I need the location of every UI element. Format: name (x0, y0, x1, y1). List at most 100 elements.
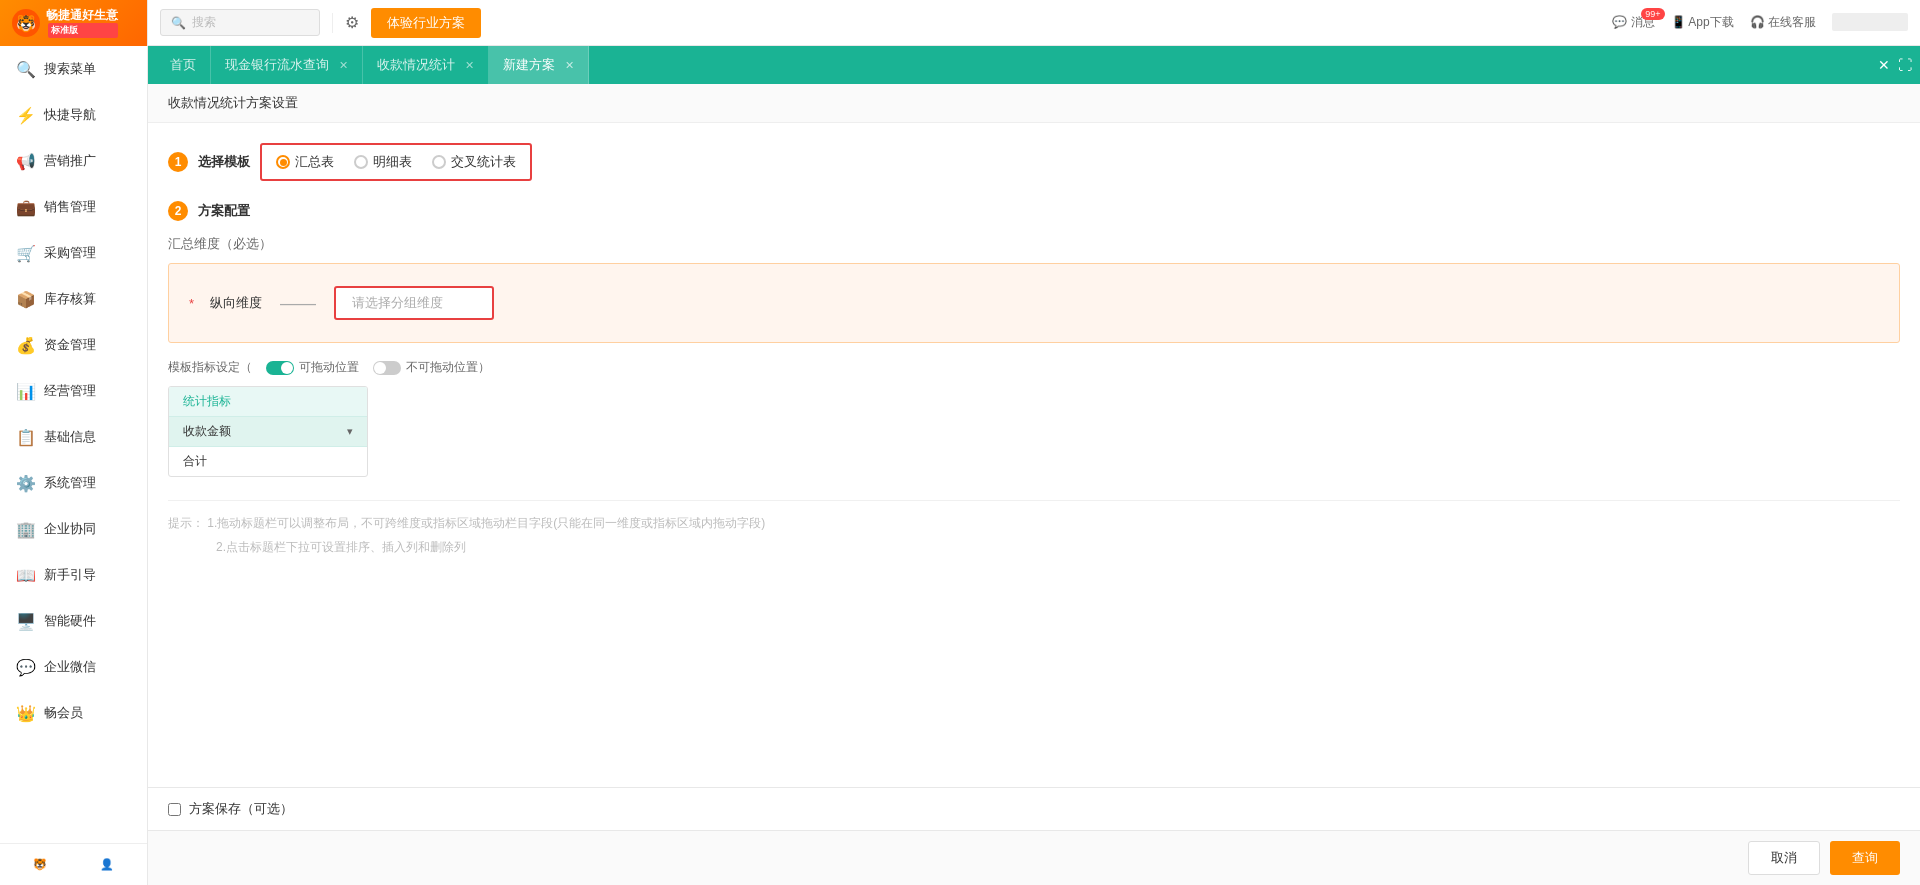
radio-summary[interactable]: 汇总表 (276, 153, 334, 171)
sidebar-item-label: 智能硬件 (44, 612, 96, 630)
sidebar-item-enterprise[interactable]: 🏢 企业协同 (0, 506, 147, 552)
radio-cross-circle (432, 155, 446, 169)
sidebar-item-label: 基础信息 (44, 428, 96, 446)
template-radio-group: 汇总表 明细表 交叉统计表 (260, 143, 532, 181)
tab-cash-bank-label: 现金银行流水查询 (225, 56, 329, 74)
sidebar-item-inventory[interactable]: 📦 库存核算 (0, 276, 147, 322)
movable-label: 可拖动位置 (299, 359, 359, 376)
metrics-sub-label: 合计 (183, 454, 207, 468)
sidebar-item-label: 快捷导航 (44, 106, 96, 124)
user-info[interactable] (1832, 14, 1908, 31)
dimension-config-label: 汇总维度（必选） (168, 235, 1900, 253)
hint-line-1: 提示： 1.拖动标题栏可以调整布局，不可跨维度或指标区域拖动栏目字段(只能在同一… (168, 511, 1900, 535)
guide-icon: 📖 (16, 566, 36, 585)
enterprise-icon: 🏢 (16, 520, 36, 539)
sidebar-item-basic-info[interactable]: 📋 基础信息 (0, 414, 147, 460)
sidebar-item-search[interactable]: 🔍 搜索菜单 (0, 46, 147, 92)
radio-cross[interactable]: 交叉统计表 (432, 153, 516, 171)
sidebar-item-sales[interactable]: 💼 销售管理 (0, 184, 147, 230)
tab-receipt-stats-close[interactable]: ✕ (465, 59, 474, 72)
dim-selector[interactable]: 请选择分组维度 (334, 286, 494, 320)
sidebar-item-label: 经营管理 (44, 382, 96, 400)
sidebar-item-management[interactable]: 📊 经营管理 (0, 368, 147, 414)
sales-icon: 💼 (16, 198, 36, 217)
message-badge: 99+ (1641, 8, 1664, 20)
cancel-button[interactable]: 取消 (1748, 841, 1820, 875)
topbar-search[interactable]: 🔍 搜索 (160, 9, 320, 36)
metrics-header: 模板指标设定（ 可拖动位置 不可拖动位置） (168, 359, 1900, 376)
settings-icon[interactable]: ⚙ (345, 13, 359, 32)
sidebar-item-hardware[interactable]: 🖥️ 智能硬件 (0, 598, 147, 644)
sidebar-item-label: 营销推广 (44, 152, 96, 170)
tab-new-plan[interactable]: 新建方案 ✕ (489, 46, 589, 84)
sidebar-item-marketing[interactable]: 📢 营销推广 (0, 138, 147, 184)
user-name (1832, 13, 1908, 31)
chevron-down-icon: ▾ (347, 425, 353, 438)
metrics-setting-label: 模板指标设定（ (168, 359, 252, 376)
sidebar-item-purchase[interactable]: 🛒 采购管理 (0, 230, 147, 276)
step1-section: 1 选择模板 汇总表 明细表 (168, 143, 1900, 181)
sidebar-item-quick[interactable]: ⚡ 快捷导航 (0, 92, 147, 138)
panel-title: 收款情况统计方案设置 (148, 84, 1920, 123)
tab-new-plan-label: 新建方案 (503, 56, 555, 74)
sidebar-item-label: 企业协同 (44, 520, 96, 538)
divider (332, 13, 333, 33)
quick-nav-icon: ⚡ (16, 106, 36, 125)
member-icon: 👑 (16, 704, 36, 723)
sidebar-footer-right[interactable]: 👤 (76, 852, 140, 877)
sidebar-item-wechat[interactable]: 💬 企业微信 (0, 644, 147, 690)
sidebar-item-label: 采购管理 (44, 244, 96, 262)
radio-detail-label: 明细表 (373, 153, 412, 171)
tab-receipt-stats[interactable]: 收款情况统计 ✕ (363, 46, 489, 84)
footer-save-area: 方案保存（可选） (148, 787, 1920, 830)
tab-new-plan-close[interactable]: ✕ (565, 59, 574, 72)
service-label: 在线客服 (1768, 15, 1816, 29)
management-icon: 📊 (16, 382, 36, 401)
step2-title: 方案配置 (198, 202, 250, 220)
sidebar-footer-left[interactable]: 🐯 (8, 852, 72, 877)
system-icon: ⚙️ (16, 474, 36, 493)
hardware-icon: 🖥️ (16, 612, 36, 631)
sidebar-item-label: 销售管理 (44, 198, 96, 216)
step2-header: 2 方案配置 (168, 201, 1900, 221)
industry-btn[interactable]: 体验行业方案 (371, 8, 481, 38)
finance-icon: 💰 (16, 336, 36, 355)
tab-expand-icon[interactable]: ⛶ (1898, 57, 1912, 73)
movable-indicator-on (266, 361, 294, 375)
sidebar-item-guide[interactable]: 📖 新手引导 (0, 552, 147, 598)
step2-badge: 2 (168, 201, 188, 221)
step1-header: 1 选择模板 汇总表 明细表 (168, 143, 1900, 181)
tab-close-all-icon[interactable]: ✕ (1878, 57, 1890, 73)
search-icon: 🔍 (171, 16, 186, 30)
metrics-item-row[interactable]: 收款金额 ▾ (169, 417, 367, 447)
movable-indicator-off (373, 361, 401, 375)
logo-text: 畅捷通好生意 (46, 8, 118, 22)
search-icon: 🔍 (16, 60, 36, 79)
app-download-btn[interactable]: 📱 App下载 (1671, 14, 1734, 31)
sidebar-footer: 🐯 👤 (0, 843, 147, 885)
immovable-label: 不可拖动位置） (406, 359, 490, 376)
edition-badge: 标准版 (48, 23, 118, 38)
tab-home[interactable]: 首页 (156, 46, 211, 84)
hint-line-2: 2.点击标题栏下拉可设置排序、插入列和删除列 (168, 535, 1900, 559)
sidebar-item-label: 搜索菜单 (44, 60, 96, 78)
action-bar: 取消 查询 (148, 830, 1920, 885)
dim-row: * 纵向维度 —— 请选择分组维度 (189, 286, 494, 320)
tab-cash-bank-close[interactable]: ✕ (339, 59, 348, 72)
radio-detail[interactable]: 明细表 (354, 153, 412, 171)
sidebar-item-system[interactable]: ⚙️ 系统管理 (0, 460, 147, 506)
tab-cash-bank[interactable]: 现金银行流水查询 ✕ (211, 46, 363, 84)
message-btn[interactable]: 💬 消息 99+ (1612, 14, 1654, 31)
service-btn[interactable]: 🎧 在线客服 (1750, 14, 1816, 31)
immovable-tag: 不可拖动位置） (373, 359, 490, 376)
tab-home-label: 首页 (170, 56, 196, 74)
sidebar-item-label: 畅会员 (44, 704, 83, 722)
query-button[interactable]: 查询 (1830, 841, 1900, 875)
inventory-icon: 📦 (16, 290, 36, 309)
save-plan-checkbox[interactable] (168, 803, 181, 816)
step1-title: 选择模板 (198, 153, 250, 171)
sidebar: 🐯 畅捷通好生意 标准版 🔍 搜索菜单 ⚡ 快捷导航 📢 营销推广 💼 销售管理… (0, 0, 148, 885)
sidebar-item-finance[interactable]: 💰 资金管理 (0, 322, 147, 368)
main: 🔍 搜索 ⚙ 体验行业方案 💬 消息 99+ 📱 App下载 🎧 在线客服 (148, 0, 1920, 885)
sidebar-item-member[interactable]: 👑 畅会员 (0, 690, 147, 736)
